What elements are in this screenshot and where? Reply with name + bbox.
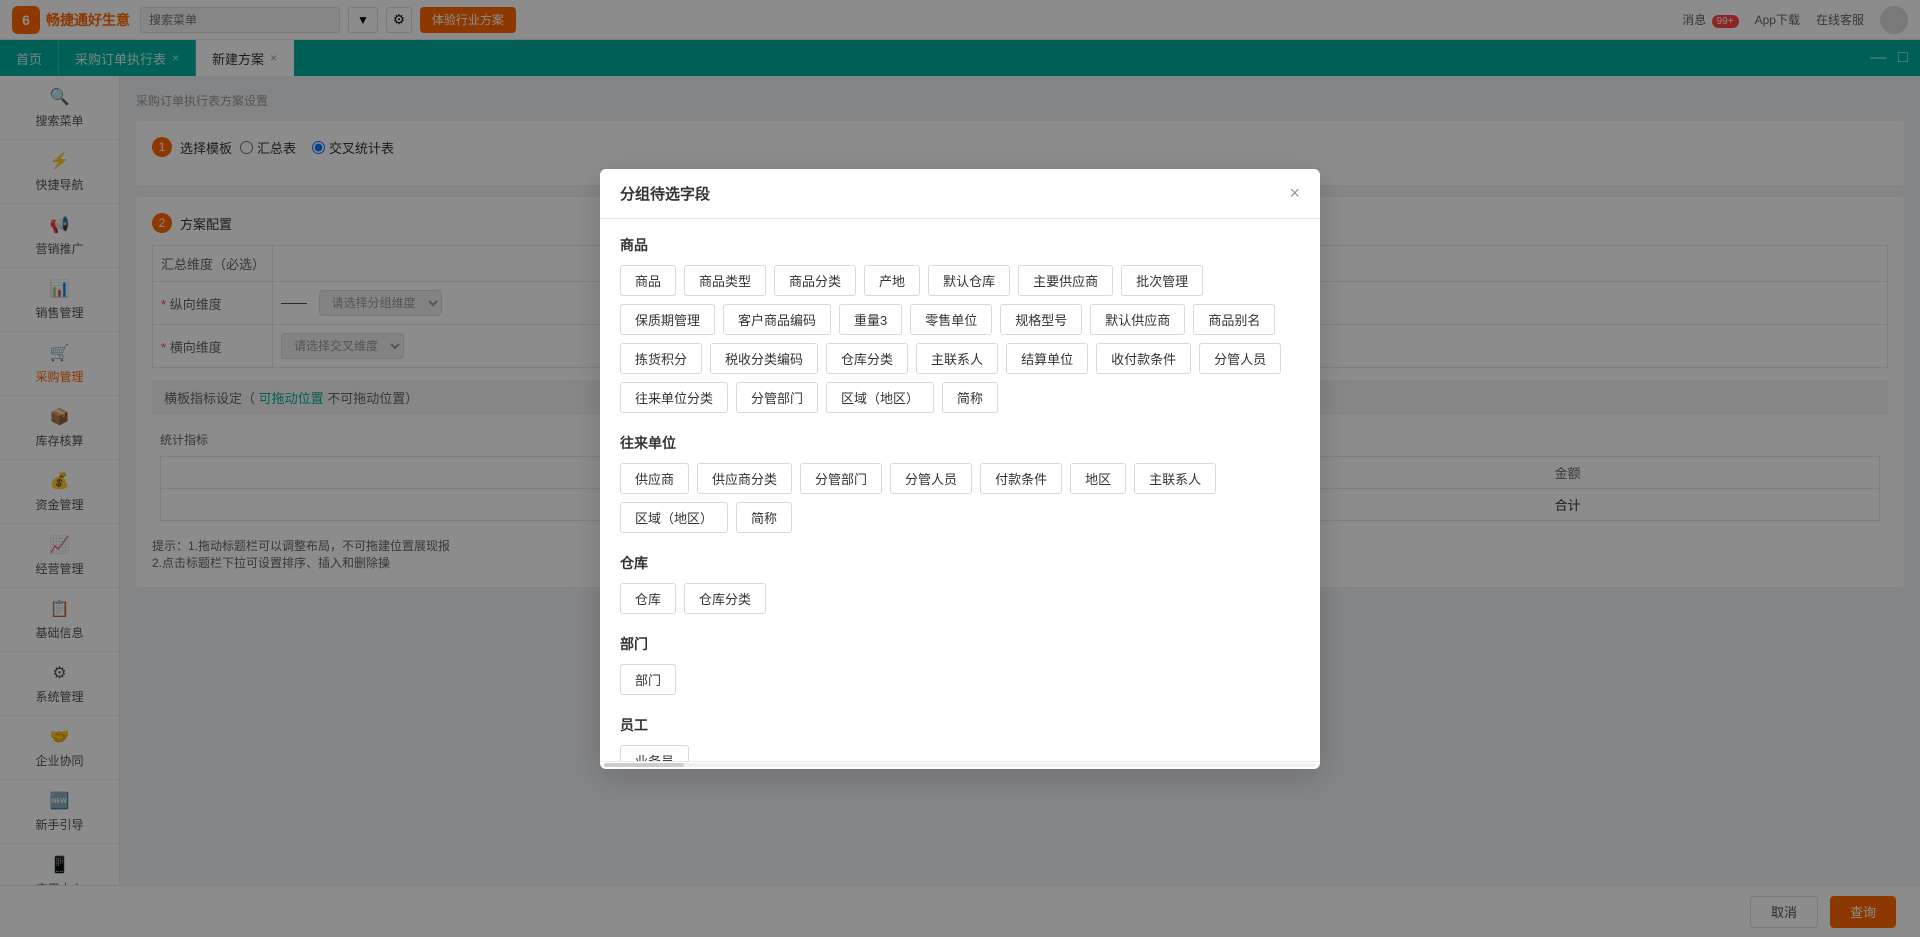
section-warehouse-tags: 仓库 仓库分类 — [620, 583, 1300, 614]
tag-settlement-unit[interactable]: 结算单位 — [1006, 343, 1088, 374]
section-staff: 员工 业务员 — [620, 715, 1300, 761]
tag-partner-dept[interactable]: 分管部门 — [800, 463, 882, 494]
tag-goods-category[interactable]: 商品分类 — [774, 265, 856, 296]
tag-default-warehouse[interactable]: 默认仓库 — [928, 265, 1010, 296]
section-partner-tags: 供应商 供应商分类 分管部门 分管人员 付款条件 地区 主联系人 区域（地区） … — [620, 463, 1300, 533]
tag-default-supplier[interactable]: 默认供应商 — [1090, 304, 1185, 335]
tag-customer-code[interactable]: 客户商品编码 — [723, 304, 831, 335]
tag-partner-region[interactable]: 区域（地区） — [620, 502, 728, 533]
modal-title: 分组待选字段 — [620, 183, 710, 204]
tag-abbr[interactable]: 简称 — [942, 382, 998, 413]
tag-pick-points[interactable]: 拣货积分 — [620, 343, 702, 374]
tag-goods[interactable]: 商品 — [620, 265, 676, 296]
tag-spec-model[interactable]: 规格型号 — [1000, 304, 1082, 335]
tag-supplier-category[interactable]: 供应商分类 — [697, 463, 792, 494]
tag-goods-alias[interactable]: 商品别名 — [1193, 304, 1275, 335]
tag-payment-terms[interactable]: 收付款条件 — [1096, 343, 1191, 374]
tag-partner-category[interactable]: 往来单位分类 — [620, 382, 728, 413]
tag-department[interactable]: 部门 — [620, 664, 676, 695]
tag-weight3[interactable]: 重量3 — [839, 304, 902, 335]
tag-main-supplier[interactable]: 主要供应商 — [1018, 265, 1113, 296]
modal-header: 分组待选字段 × — [600, 169, 1320, 219]
tag-dept[interactable]: 分管部门 — [736, 382, 818, 413]
section-partner: 往来单位 供应商 供应商分类 分管部门 分管人员 付款条件 地区 主联系人 区域… — [620, 433, 1300, 533]
section-dept-tags: 部门 — [620, 664, 1300, 695]
section-dept-title: 部门 — [620, 634, 1300, 654]
tag-tax-code[interactable]: 税收分类编码 — [710, 343, 818, 374]
tag-area[interactable]: 地区 — [1070, 463, 1126, 494]
modal-overlay[interactable]: 分组待选字段 × 商品 商品 商品类型 商品分类 产地 默认仓库 主要供应商 批… — [0, 0, 1920, 937]
section-staff-title: 员工 — [620, 715, 1300, 735]
tag-warehouse-category[interactable]: 仓库分类 — [826, 343, 908, 374]
section-goods-tags: 商品 商品类型 商品分类 产地 默认仓库 主要供应商 批次管理 保质期管理 客户… — [620, 265, 1300, 413]
tag-main-contact[interactable]: 主联系人 — [916, 343, 998, 374]
section-staff-tags: 业务员 — [620, 745, 1300, 761]
tag-batch-mgmt[interactable]: 批次管理 — [1121, 265, 1203, 296]
section-warehouse: 仓库 仓库 仓库分类 — [620, 553, 1300, 614]
tag-goods-type[interactable]: 商品类型 — [684, 265, 766, 296]
modal-close-button[interactable]: × — [1289, 184, 1300, 202]
modal-body: 商品 商品 商品类型 商品分类 产地 默认仓库 主要供应商 批次管理 保质期管理… — [600, 219, 1320, 761]
tag-manager[interactable]: 分管人员 — [1199, 343, 1281, 374]
tag-origin[interactable]: 产地 — [864, 265, 920, 296]
tag-partner-contact[interactable]: 主联系人 — [1134, 463, 1216, 494]
tag-supplier[interactable]: 供应商 — [620, 463, 689, 494]
section-goods-title: 商品 — [620, 235, 1300, 255]
section-partner-title: 往来单位 — [620, 433, 1300, 453]
section-dept: 部门 部门 — [620, 634, 1300, 695]
modal-dialog: 分组待选字段 × 商品 商品 商品类型 商品分类 产地 默认仓库 主要供应商 批… — [600, 169, 1320, 769]
tag-region[interactable]: 区域（地区） — [826, 382, 934, 413]
section-goods: 商品 商品 商品类型 商品分类 产地 默认仓库 主要供应商 批次管理 保质期管理… — [620, 235, 1300, 413]
tag-expiry-mgmt[interactable]: 保质期管理 — [620, 304, 715, 335]
tag-payment-condition[interactable]: 付款条件 — [980, 463, 1062, 494]
tag-warehouse-cat[interactable]: 仓库分类 — [684, 583, 766, 614]
tag-salesperson[interactable]: 业务员 — [620, 745, 689, 761]
tag-partner-manager[interactable]: 分管人员 — [890, 463, 972, 494]
tag-partner-abbr[interactable]: 简称 — [736, 502, 792, 533]
tag-warehouse[interactable]: 仓库 — [620, 583, 676, 614]
tag-retail-unit[interactable]: 零售单位 — [910, 304, 992, 335]
modal-hscroll[interactable] — [600, 761, 1320, 769]
section-warehouse-title: 仓库 — [620, 553, 1300, 573]
